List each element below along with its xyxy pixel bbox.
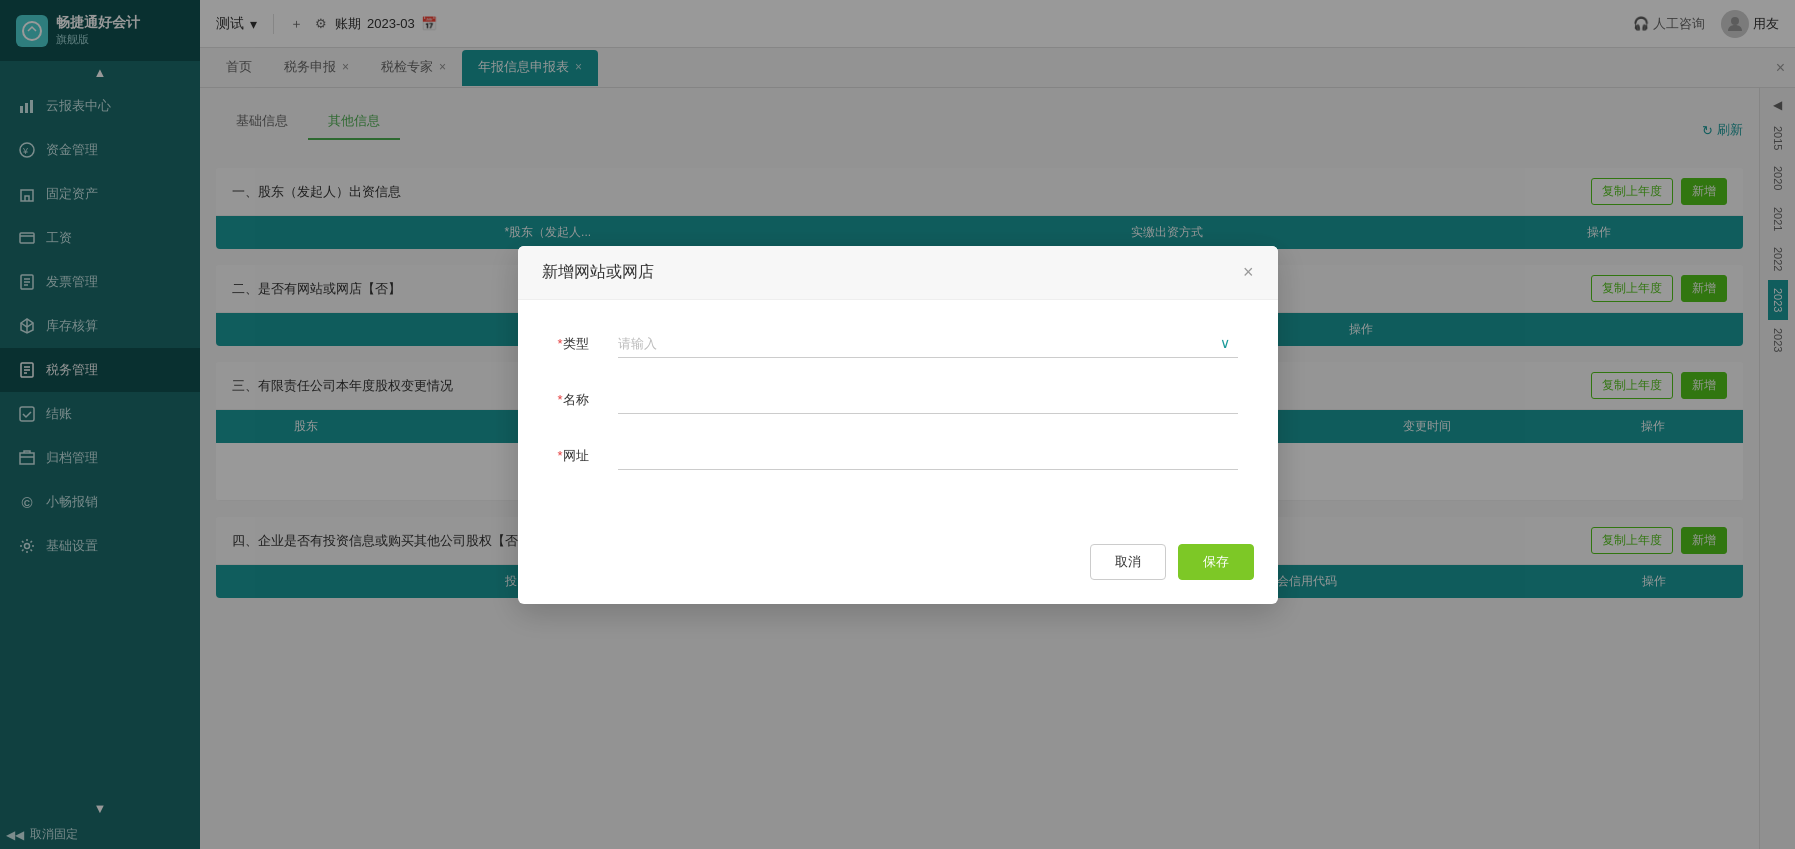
form-field-name: *名称 (558, 386, 1238, 414)
form-field-type: *类型 ∨ (558, 330, 1238, 358)
modal-footer: 取消 保存 (518, 528, 1278, 604)
name-label: *名称 (558, 391, 618, 409)
type-input[interactable] (618, 330, 1238, 357)
modal-add-website: 新增网站或网店 × *类型 ∨ *名称 (518, 246, 1278, 604)
type-label: *类型 (558, 335, 618, 353)
modal-close-button[interactable]: × (1243, 262, 1254, 283)
modal-title: 新增网站或网店 (542, 262, 654, 283)
url-label: *网址 (558, 447, 618, 465)
modal-body: *类型 ∨ *名称 *网址 (518, 300, 1278, 528)
cancel-button[interactable]: 取消 (1090, 544, 1166, 580)
modal-overlay[interactable]: 新增网站或网店 × *类型 ∨ *名称 (0, 0, 1795, 849)
type-input-wrapper: ∨ (618, 330, 1238, 358)
save-button[interactable]: 保存 (1178, 544, 1254, 580)
form-field-url: *网址 (558, 442, 1238, 470)
url-input-wrapper (618, 442, 1238, 470)
name-input-wrapper (618, 386, 1238, 414)
type-dropdown-icon[interactable]: ∨ (1220, 335, 1230, 351)
modal-header: 新增网站或网店 × (518, 246, 1278, 300)
name-input[interactable] (618, 386, 1238, 413)
url-input[interactable] (618, 442, 1238, 469)
